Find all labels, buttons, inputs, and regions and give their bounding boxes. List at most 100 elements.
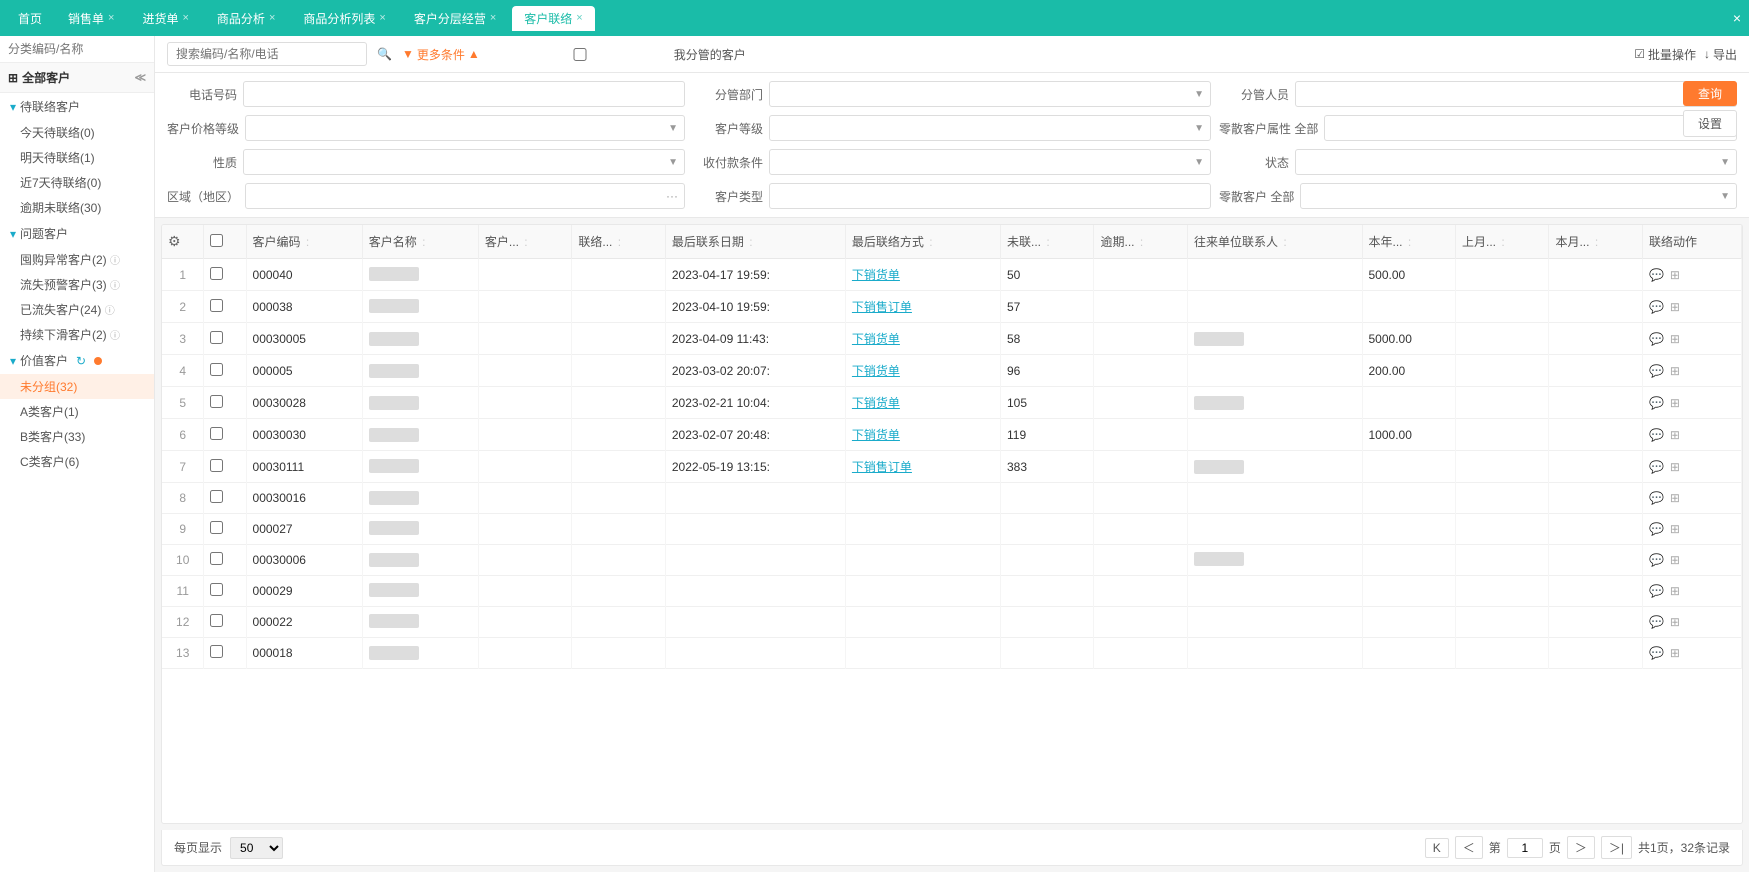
col-check[interactable] — [204, 225, 246, 259]
row-last-way[interactable] — [845, 483, 1000, 514]
close-customer-contact-tab[interactable]: × — [576, 12, 582, 24]
my-customer-checkbox[interactable] — [490, 48, 670, 61]
row-last-way[interactable]: 下销货单 — [845, 259, 1000, 291]
region-input[interactable]: ··· — [245, 183, 685, 209]
query-btn[interactable]: 查询 — [1683, 81, 1737, 106]
prev-page-btn[interactable]: ＜ — [1455, 836, 1483, 859]
batch-op-btn[interactable]: ☑ 批量操作 — [1634, 46, 1696, 63]
close-all-icon[interactable]: × — [1733, 10, 1741, 26]
grid-action-icon[interactable]: ⊞ — [1670, 646, 1680, 660]
search-bar-icon[interactable]: 🔍 — [377, 47, 392, 61]
grid-action-icon[interactable]: ⊞ — [1670, 428, 1680, 442]
row-check[interactable] — [204, 355, 246, 387]
retail-input[interactable]: ▼ — [1300, 183, 1737, 209]
row-check[interactable] — [204, 419, 246, 451]
message-icon[interactable]: 💬 — [1649, 396, 1664, 410]
message-icon[interactable]: 💬 — [1649, 522, 1664, 536]
close-analysis-list-tab[interactable]: × — [379, 12, 385, 24]
sidebar-item-declining[interactable]: 持续下滑客户(2) ⓘ — [0, 322, 154, 347]
grid-action-icon[interactable]: ⊞ — [1670, 364, 1680, 378]
sidebar-item-b-class[interactable]: B类客户(33) — [0, 424, 154, 449]
message-icon[interactable]: 💬 — [1649, 646, 1664, 660]
col-unit-contact[interactable]: 往来单位联系人 : — [1187, 225, 1362, 259]
col-last-date[interactable]: 最后联系日期 : — [665, 225, 845, 259]
all-customers-header[interactable]: ⊞ 全部客户 ≪ — [0, 63, 154, 93]
close-analysis-tab[interactable]: × — [269, 12, 275, 24]
phone-input[interactable] — [243, 81, 685, 107]
col-code[interactable]: 客户编码 : — [246, 225, 362, 259]
tab-purchase[interactable]: 进货单 × — [130, 6, 200, 31]
sidebar-item-churned[interactable]: 已流失客户(24) ⓘ — [0, 297, 154, 322]
page-input[interactable] — [1507, 838, 1543, 858]
reset-btn[interactable]: 设置 — [1683, 110, 1737, 137]
col-this-month[interactable]: 本月... : — [1549, 225, 1642, 259]
last-page-btn[interactable]: ＞| — [1601, 836, 1632, 859]
sidebar-item-tomorrow[interactable]: 明天待联络(1) — [0, 145, 154, 170]
more-filter-btn[interactable]: ▼ 更多条件 ▲ — [402, 46, 480, 63]
tab-analysis[interactable]: 商品分析 × — [205, 6, 287, 31]
grid-action-icon[interactable]: ⊞ — [1670, 522, 1680, 536]
message-icon[interactable]: 💬 — [1649, 364, 1664, 378]
sidebar-item-c-class[interactable]: C类客户(6) — [0, 449, 154, 474]
close-purchase-tab[interactable]: × — [182, 12, 188, 24]
sidebar-item-churn-warn[interactable]: 流失预警客户(3) ⓘ — [0, 272, 154, 297]
row-check[interactable] — [204, 638, 246, 669]
row-last-way[interactable]: 下销货单 — [845, 355, 1000, 387]
refresh-icon[interactable]: ↻ — [76, 354, 86, 368]
sidebar-item-a-class[interactable]: A类客户(1) — [0, 399, 154, 424]
col-name[interactable]: 客户名称 : — [362, 225, 478, 259]
row-last-way[interactable]: 下销货单 — [845, 323, 1000, 355]
sidebar-item-abnormal[interactable]: 囤购异常客户(2) ⓘ — [0, 247, 154, 272]
status-input[interactable]: ▼ — [1295, 149, 1737, 175]
col-not-contact[interactable]: 未联... : — [1001, 225, 1094, 259]
close-sales-tab[interactable]: × — [108, 12, 114, 24]
message-icon[interactable]: 💬 — [1649, 428, 1664, 442]
grid-action-icon[interactable]: ⊞ — [1670, 332, 1680, 346]
price-level-input[interactable]: ▼ — [245, 115, 685, 141]
row-last-way[interactable] — [845, 607, 1000, 638]
row-check[interactable] — [204, 514, 246, 545]
row-check[interactable] — [204, 323, 246, 355]
message-icon[interactable]: 💬 — [1649, 300, 1664, 314]
row-last-way[interactable]: 下销售订单 — [845, 451, 1000, 483]
grid-action-icon[interactable]: ⊞ — [1670, 584, 1680, 598]
row-last-way[interactable]: 下销货单 — [845, 387, 1000, 419]
message-icon[interactable]: 💬 — [1649, 460, 1664, 474]
col-last-way[interactable]: 最后联络方式 : — [845, 225, 1000, 259]
col-gear[interactable]: ⚙ — [162, 225, 204, 259]
grid-action-icon[interactable]: ⊞ — [1670, 460, 1680, 474]
tab-analysis-list[interactable]: 商品分析列表 × — [291, 6, 397, 31]
export-btn[interactable]: ↓ 导出 — [1704, 46, 1737, 63]
row-check[interactable] — [204, 483, 246, 514]
row-last-way[interactable]: 下销货单 — [845, 419, 1000, 451]
row-check[interactable] — [204, 259, 246, 291]
grid-action-icon[interactable]: ⊞ — [1670, 615, 1680, 629]
grid-action-icon[interactable]: ⊞ — [1670, 268, 1680, 282]
row-last-way[interactable] — [845, 514, 1000, 545]
sidebar-group-waiting[interactable]: ▾ 待联络客户 — [0, 93, 154, 120]
customer-level-input[interactable]: ▼ — [769, 115, 1211, 141]
row-last-way[interactable] — [845, 545, 1000, 576]
tab-customer-segment[interactable]: 客户分层经营 × — [402, 6, 508, 31]
row-last-way[interactable]: 下销售订单 — [845, 291, 1000, 323]
row-last-way[interactable] — [845, 576, 1000, 607]
per-page-select[interactable]: 50 100 — [230, 837, 283, 859]
customer-type-input[interactable] — [769, 183, 1211, 209]
dept-input[interactable]: ▼ — [769, 81, 1211, 107]
message-icon[interactable]: 💬 — [1649, 268, 1664, 282]
message-icon[interactable]: 💬 — [1649, 553, 1664, 567]
message-icon[interactable]: 💬 — [1649, 491, 1664, 505]
nature-input[interactable]: ▼ — [243, 149, 685, 175]
sidebar-item-today[interactable]: 今天待联络(0) — [0, 120, 154, 145]
tab-home[interactable]: 首页 — [8, 6, 52, 31]
sidebar-item-overdue[interactable]: 逾期未联络(30) — [0, 195, 154, 220]
sidebar-item-7days[interactable]: 近7天待联络(0) — [0, 170, 154, 195]
sidebar-group-problem[interactable]: ▾ 问题客户 — [0, 220, 154, 247]
manager-input[interactable]: ··· — [1295, 81, 1737, 107]
row-check[interactable] — [204, 576, 246, 607]
search-input[interactable] — [167, 42, 367, 66]
next-page-btn[interactable]: ＞ — [1567, 836, 1595, 859]
grid-action-icon[interactable]: ⊞ — [1670, 300, 1680, 314]
sidebar-group-value[interactable]: ▾ 价值客户 ↻ — [0, 347, 154, 374]
tab-sales[interactable]: 销售单 × — [56, 6, 126, 31]
